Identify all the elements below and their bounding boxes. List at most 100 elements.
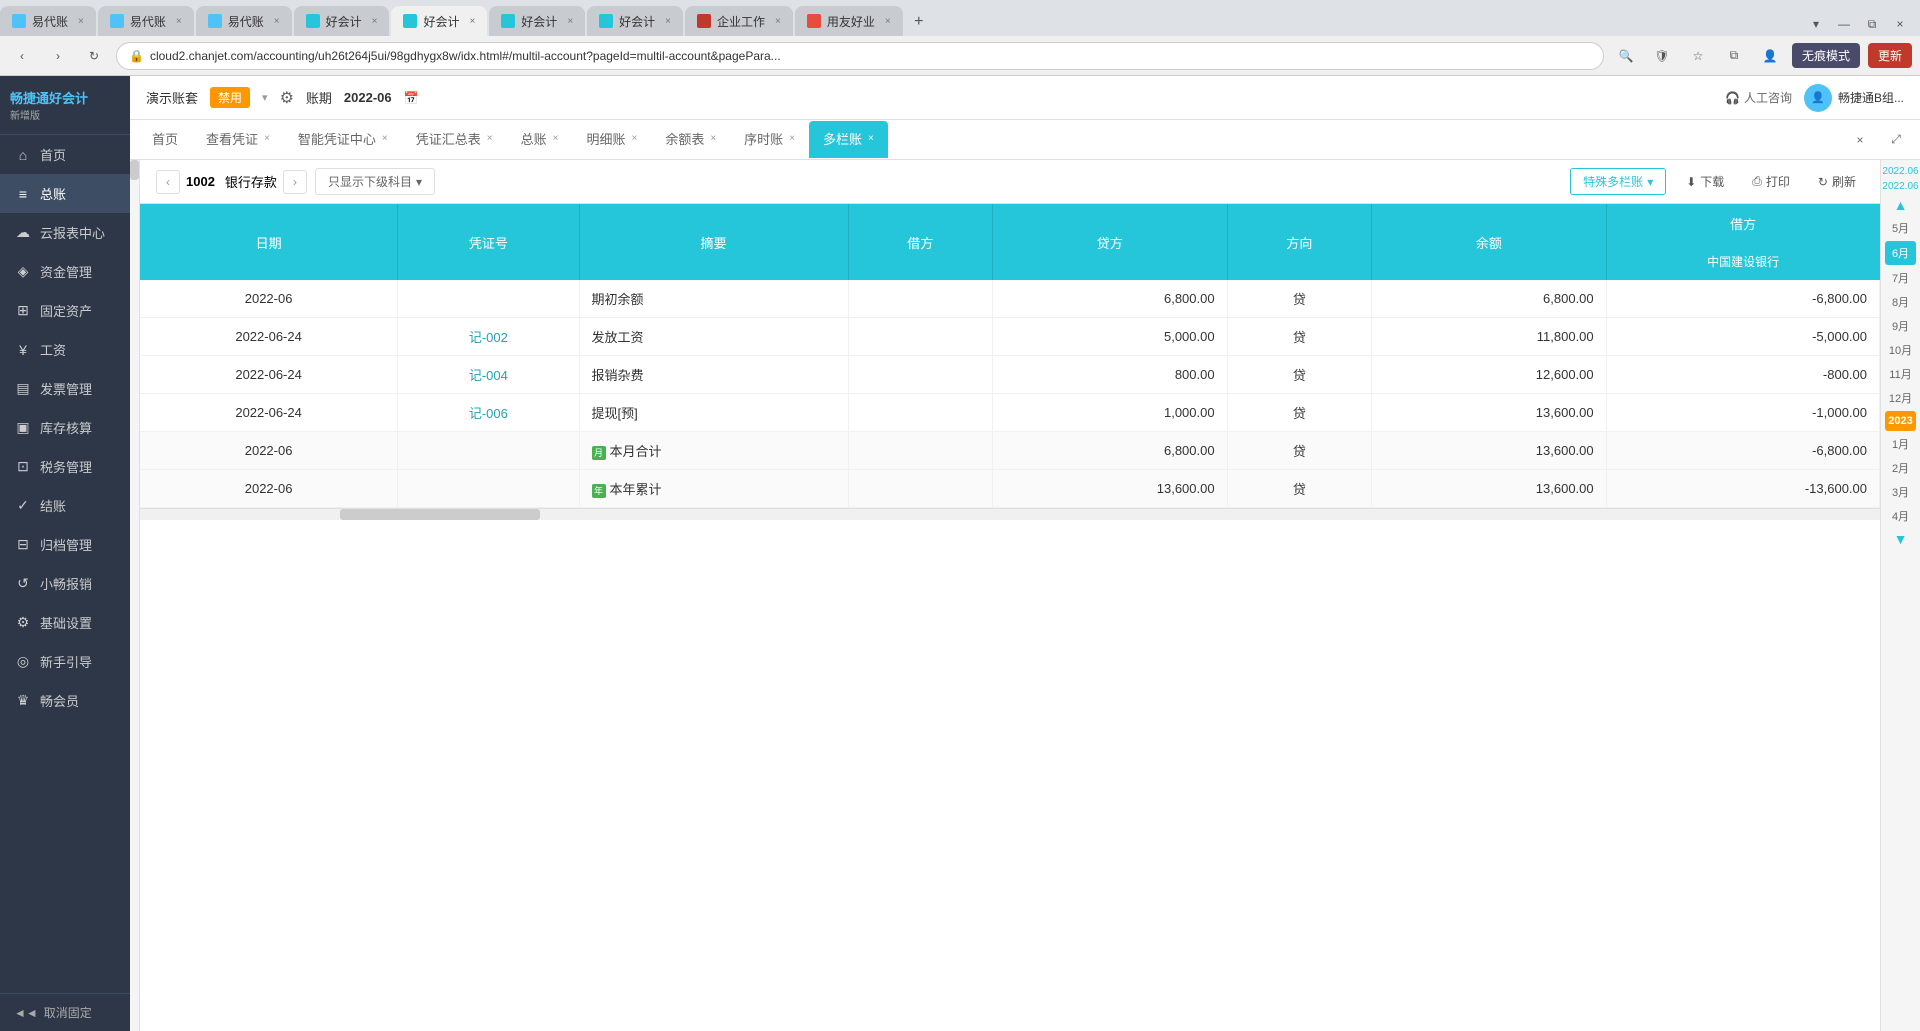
nav-tab-summary-close[interactable]: × xyxy=(487,133,493,144)
minimize-button[interactable]: — xyxy=(1832,12,1856,36)
nav-tab-voucher[interactable]: 查看凭证 × xyxy=(192,121,284,158)
sidebar-item-payroll[interactable]: ¥ 工资 xyxy=(0,330,130,369)
nav-tab-smart[interactable]: 智能凭证中心 × xyxy=(284,121,402,158)
sidebar-item-settings[interactable]: ⚙ 基础设置 xyxy=(0,603,130,642)
bottom-scrollbar[interactable] xyxy=(140,508,1880,520)
nav-tab-balance-close[interactable]: × xyxy=(710,133,716,144)
nav-tab-balance[interactable]: 余额表 × xyxy=(651,121,730,158)
browser-tab-2[interactable]: 易代账 × xyxy=(98,6,194,36)
profile-button[interactable]: 👤 xyxy=(1756,42,1784,70)
restore-button[interactable]: ⧉ xyxy=(1860,12,1884,36)
sidebar-item-archive[interactable]: ⊟ 归档管理 xyxy=(0,525,130,564)
nav-tab-smart-close[interactable]: × xyxy=(382,133,388,144)
sidebar-item-assets[interactable]: ⊞ 固定资产 xyxy=(0,291,130,330)
month-9[interactable]: 9月 xyxy=(1881,314,1920,338)
browser-tab-4[interactable]: 好会计 × xyxy=(294,6,390,36)
special-multicolumn-button[interactable]: 特殊多栏账 ▾ xyxy=(1570,168,1666,195)
sidebar-item-closing[interactable]: ✓ 结账 xyxy=(0,486,130,525)
next-account-button[interactable]: › xyxy=(283,170,307,194)
left-scrollbar[interactable] xyxy=(130,160,140,1031)
url-input[interactable]: 🔒 cloud2.chanjet.com/accounting/uh26t264… xyxy=(116,42,1604,70)
month-12[interactable]: 12月 xyxy=(1881,386,1920,410)
forward-button[interactable]: › xyxy=(44,42,72,70)
month-2023-1[interactable]: 1月 xyxy=(1881,432,1920,456)
user-badge[interactable]: 👤 畅捷通B组... xyxy=(1804,84,1904,112)
nav-tab-summary[interactable]: 凭证汇总表 × xyxy=(402,121,507,158)
sidebar-item-inventory[interactable]: ▣ 库存核算 xyxy=(0,408,130,447)
voucher-link[interactable]: 记-006 xyxy=(469,406,508,421)
sidebar-item-ledger[interactable]: ≡ 总账 xyxy=(0,174,130,213)
download-button[interactable]: ⬇ 下载 xyxy=(1678,169,1732,194)
browser-tab-3[interactable]: 易代账 × xyxy=(196,6,292,36)
browser-tab-1[interactable]: 易代账 × xyxy=(0,6,96,36)
close-window-button[interactable]: × xyxy=(1888,12,1912,36)
nav-tab-detail-close[interactable]: × xyxy=(631,133,637,144)
month-2023-2[interactable]: 2月 xyxy=(1881,456,1920,480)
consult-button[interactable]: 🎧 人工咨询 xyxy=(1725,89,1792,106)
nav-tab-sequential[interactable]: 序时账 × xyxy=(730,121,809,158)
badge-dropdown[interactable]: ▾ xyxy=(262,91,268,104)
scroll-up-button[interactable]: ▲ xyxy=(1881,194,1920,216)
star-button[interactable]: ☆ xyxy=(1684,42,1712,70)
month-11[interactable]: 11月 xyxy=(1881,362,1920,386)
reload-button[interactable]: ↻ xyxy=(80,42,108,70)
browser-tab-9[interactable]: 用友好业 × xyxy=(795,6,903,36)
sidebar-pin-button[interactable]: ◄◄ 取消固定 xyxy=(0,993,130,1031)
year-2023-badge[interactable]: 2023 xyxy=(1885,411,1916,431)
tab-close-5[interactable]: × xyxy=(469,16,475,27)
collapse-panel-button[interactable]: × xyxy=(1844,124,1876,156)
month-6[interactable]: 6月 xyxy=(1885,241,1916,265)
back-button[interactable]: ‹ xyxy=(8,42,36,70)
prev-account-button[interactable]: ‹ xyxy=(156,170,180,194)
nav-tab-multicolumn[interactable]: 多栏账 × xyxy=(809,121,888,158)
nav-tab-voucher-close[interactable]: × xyxy=(264,133,270,144)
tab-close-1[interactable]: × xyxy=(78,16,84,27)
browser-tab-8[interactable]: 企业工作 × xyxy=(685,6,793,36)
sidebar-item-invoice[interactable]: ▤ 发票管理 xyxy=(0,369,130,408)
tab-close-4[interactable]: × xyxy=(372,16,378,27)
nav-tab-multicolumn-close[interactable]: × xyxy=(868,133,874,144)
tab-close-3[interactable]: × xyxy=(274,16,280,27)
wumouse-button[interactable]: 无痕模式 xyxy=(1792,43,1860,68)
window-button[interactable]: ⧉ xyxy=(1720,42,1748,70)
update-button[interactable]: 更新 xyxy=(1868,43,1912,68)
sidebar-item-reports[interactable]: ☁ 云报表中心 xyxy=(0,213,130,252)
tab-close-8[interactable]: × xyxy=(775,16,781,27)
sidebar-item-tax[interactable]: ⊡ 税务管理 xyxy=(0,447,130,486)
search-button[interactable]: 🔍 xyxy=(1612,42,1640,70)
calendar-icon[interactable]: 📅 xyxy=(404,91,419,105)
tab-close-2[interactable]: × xyxy=(176,16,182,27)
month-8[interactable]: 8月 xyxy=(1881,290,1920,314)
nav-tab-detail[interactable]: 明细账 × xyxy=(572,121,651,158)
tab-close-6[interactable]: × xyxy=(567,16,573,27)
print-button[interactable]: ⎙ 打印 xyxy=(1744,169,1798,194)
scroll-down-button[interactable]: ▼ xyxy=(1881,528,1920,550)
shield-button[interactable]: 🛡 xyxy=(1648,42,1676,70)
sidebar-item-member[interactable]: ♛ 畅会员 xyxy=(0,681,130,720)
nav-tab-general[interactable]: 总账 × xyxy=(507,121,573,158)
tab-close-7[interactable]: × xyxy=(665,16,671,27)
browser-tab-6[interactable]: 好会计 × xyxy=(489,6,585,36)
nav-tab-home[interactable]: 首页 xyxy=(138,121,192,158)
month-7[interactable]: 7月 xyxy=(1881,266,1920,290)
refresh-button[interactable]: ↻ 刷新 xyxy=(1810,169,1864,194)
nav-tab-general-close[interactable]: × xyxy=(553,133,559,144)
filter-button[interactable]: 只显示下级科目 ▾ xyxy=(315,168,435,195)
expand-panel-button[interactable]: ⤢ xyxy=(1880,124,1912,156)
voucher-link[interactable]: 记-002 xyxy=(469,330,508,345)
sidebar-item-home[interactable]: ⌂ 首页 xyxy=(0,135,130,174)
browser-tab-5[interactable]: 好会计 × xyxy=(391,6,487,36)
tab-close-9[interactable]: × xyxy=(885,16,891,27)
sidebar-item-funds[interactable]: ◈ 资金管理 xyxy=(0,252,130,291)
month-2023-4[interactable]: 4月 xyxy=(1881,504,1920,528)
sidebar-item-guide[interactable]: ◎ 新手引导 xyxy=(0,642,130,681)
month-10[interactable]: 10月 xyxy=(1881,338,1920,362)
month-5[interactable]: 5月 xyxy=(1881,216,1920,240)
voucher-link[interactable]: 记-004 xyxy=(469,368,508,383)
tab-dropdown-button[interactable]: ▾ xyxy=(1804,12,1828,36)
browser-tab-7[interactable]: 好会计 × xyxy=(587,6,683,36)
settings-gear-icon[interactable]: ⚙ xyxy=(280,88,294,108)
new-tab-button[interactable]: + xyxy=(905,8,933,36)
nav-tab-sequential-close[interactable]: × xyxy=(789,133,795,144)
month-2023-3[interactable]: 3月 xyxy=(1881,480,1920,504)
